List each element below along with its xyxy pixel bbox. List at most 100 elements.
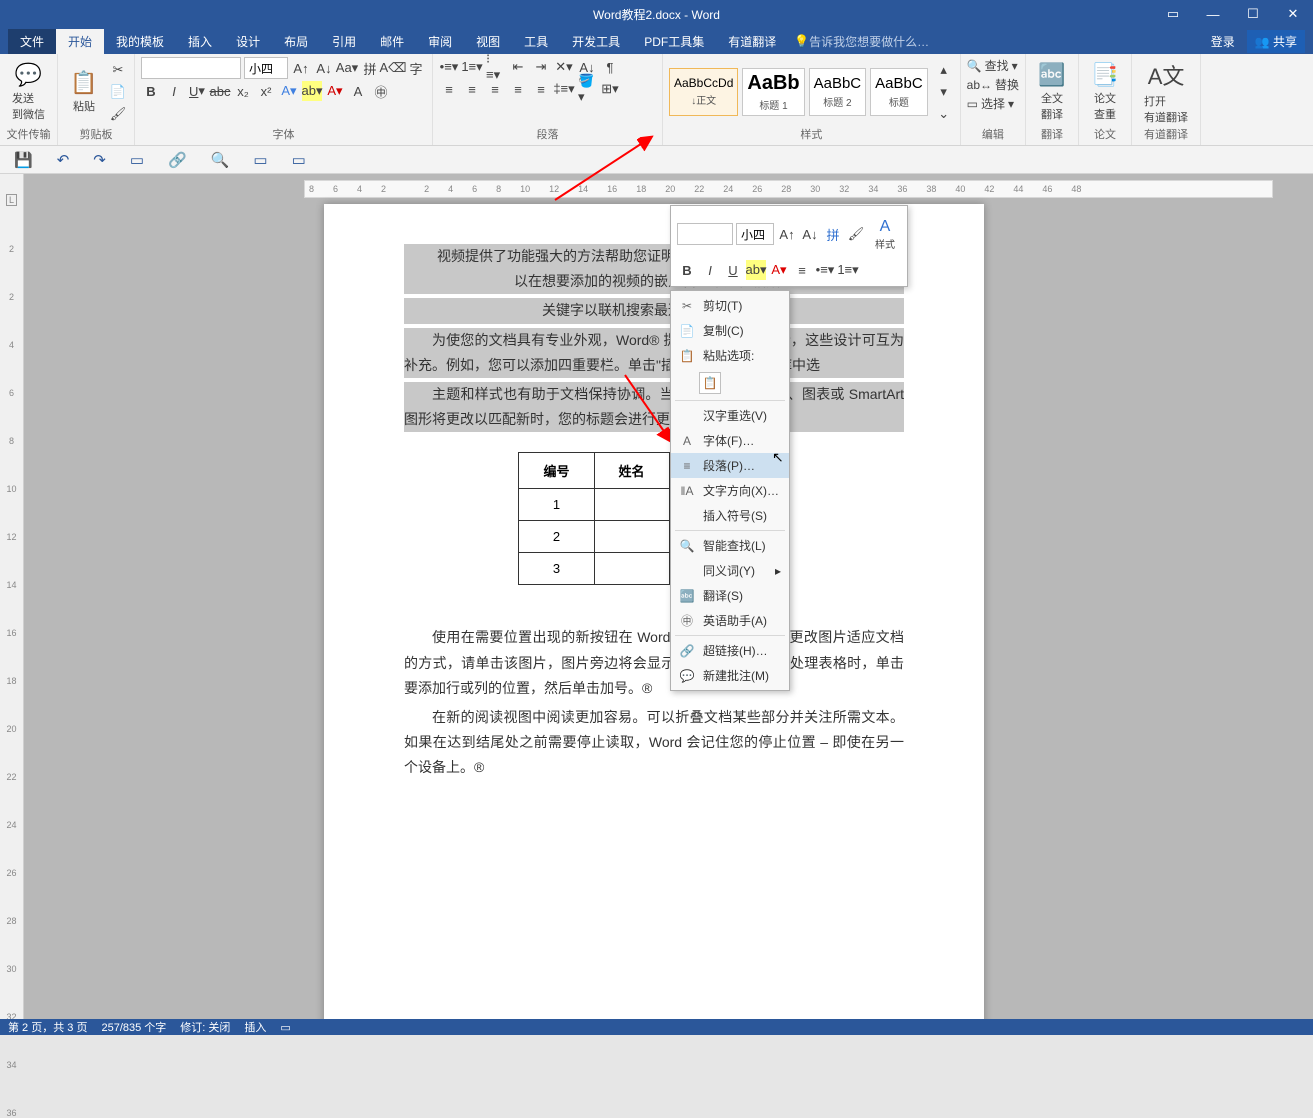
- align-right-button[interactable]: ≡: [485, 79, 505, 99]
- style-heading1[interactable]: AaBb标题 1: [742, 68, 804, 116]
- document-page[interactable]: 视频提供了功能强大的方法帮助您证明您的观点。当您单击联机视频时，可以在想要添加的…: [324, 204, 984, 1019]
- mini-phonetic[interactable]: 拼: [823, 224, 843, 244]
- bold-button[interactable]: B: [141, 81, 161, 101]
- ctx-text-direction[interactable]: ‖A文字方向(X)…: [671, 478, 789, 503]
- align-center-button[interactable]: ≡: [462, 79, 482, 99]
- change-case-button[interactable]: Aa▾: [337, 58, 357, 78]
- ctx-copy[interactable]: 📄复制(C): [671, 318, 789, 343]
- shrink-font-button[interactable]: A↓: [314, 58, 334, 78]
- send-wechat-button[interactable]: 💬发送 到微信: [6, 59, 51, 125]
- ctx-translate[interactable]: 🔤翻译(S): [671, 583, 789, 608]
- justify-button[interactable]: ≡: [508, 79, 528, 99]
- open-youdao-button[interactable]: A文打开 有道翻译: [1138, 59, 1194, 125]
- styles-scroll-down[interactable]: ▾: [934, 82, 954, 102]
- underline-button[interactable]: U▾: [187, 81, 207, 101]
- tab-view[interactable]: 视图: [464, 29, 512, 54]
- font-size-combo[interactable]: [244, 57, 288, 79]
- status-page[interactable]: 第 2 页，共 3 页: [8, 1019, 87, 1035]
- qat-btn-7[interactable]: ▭: [253, 151, 267, 169]
- ctx-hyperlink[interactable]: 🔗超链接(H)…: [671, 638, 789, 663]
- format-painter-button[interactable]: 🖌: [108, 104, 128, 124]
- close-icon[interactable]: ✕: [1273, 0, 1313, 28]
- tab-review[interactable]: 审阅: [416, 29, 464, 54]
- find-button[interactable]: 🔍 查找 ▾: [967, 57, 1018, 74]
- tab-home[interactable]: 开始: [56, 29, 104, 54]
- tab-references[interactable]: 引用: [320, 29, 368, 54]
- document-workspace[interactable]: 8642246810121416182022242628303234363840…: [24, 174, 1313, 1019]
- tab-design[interactable]: 设计: [224, 29, 272, 54]
- login-link[interactable]: 登录: [1211, 33, 1235, 50]
- tab-insert[interactable]: 插入: [176, 29, 224, 54]
- redo-button[interactable]: ↷: [93, 151, 106, 169]
- undo-button[interactable]: ↶: [57, 151, 70, 169]
- paste-button[interactable]: 📋粘贴: [64, 59, 104, 125]
- styles-expand[interactable]: ⌄: [934, 104, 954, 124]
- style-normal[interactable]: AaBbCcDd↓正文: [669, 68, 738, 116]
- qat-btn-5[interactable]: 🔗: [168, 151, 187, 169]
- subscript-button[interactable]: x₂: [233, 81, 253, 101]
- status-mode[interactable]: 插入: [244, 1019, 266, 1035]
- phonetic-button[interactable]: 拼: [360, 58, 380, 78]
- bullets-button[interactable]: •≡▾: [439, 57, 459, 77]
- style-title[interactable]: AaBbC标题: [870, 68, 928, 116]
- mini-numbering[interactable]: 1≡▾: [838, 260, 858, 280]
- maximize-icon[interactable]: ☐: [1233, 0, 1273, 28]
- inc-indent-button[interactable]: ⇥: [531, 57, 551, 77]
- qat-btn-6[interactable]: 🔍: [211, 151, 230, 169]
- paste-keep-source[interactable]: 📋: [699, 372, 721, 394]
- styles-scroll-up[interactable]: ▴: [934, 60, 954, 80]
- distribute-button[interactable]: ≡: [531, 79, 551, 99]
- asian-layout-button[interactable]: ✕▾: [554, 57, 574, 77]
- mini-underline[interactable]: U: [723, 260, 743, 280]
- align-left-button[interactable]: ≡: [439, 79, 459, 99]
- tab-developer[interactable]: 开发工具: [560, 29, 632, 54]
- text-effects-button[interactable]: A▾: [279, 81, 299, 101]
- tab-layout[interactable]: 布局: [272, 29, 320, 54]
- mini-grow-font[interactable]: A↑: [777, 224, 797, 244]
- copy-button[interactable]: 📄: [108, 82, 128, 102]
- enclose-char-button[interactable]: ㊥: [371, 81, 391, 101]
- italic-button[interactable]: I: [164, 81, 184, 101]
- show-marks-button[interactable]: ¶: [600, 57, 620, 77]
- share-button[interactable]: 👥 共享: [1247, 30, 1305, 53]
- dec-indent-button[interactable]: ⇤: [508, 57, 528, 77]
- tell-me-search[interactable]: 💡 告诉我您想要做什么…: [788, 33, 929, 50]
- ctx-smart-lookup[interactable]: 🔍智能查找(L): [671, 533, 789, 558]
- superscript-button[interactable]: x²: [256, 81, 276, 101]
- ctx-synonyms[interactable]: 同义词(Y)▸: [671, 558, 789, 583]
- mini-highlight[interactable]: ab▾: [746, 260, 766, 280]
- mini-font-color[interactable]: A▾: [769, 260, 789, 280]
- cut-button[interactable]: ✂: [108, 60, 128, 80]
- mini-font-size[interactable]: [736, 223, 774, 245]
- select-button[interactable]: ▭ 选择 ▾: [967, 95, 1014, 112]
- qat-btn-8[interactable]: ▭: [292, 151, 306, 169]
- highlight-button[interactable]: ab▾: [302, 81, 322, 101]
- char-border-button[interactable]: 字: [406, 58, 426, 78]
- paper-review-button[interactable]: 📑论文 查重: [1085, 59, 1125, 125]
- char-shading-button[interactable]: A: [348, 81, 368, 101]
- line-spacing-button[interactable]: ‡≡▾: [554, 79, 574, 99]
- replace-button[interactable]: ab↔ 替换: [967, 76, 1019, 93]
- mini-bullets[interactable]: •≡▾: [815, 260, 835, 280]
- multilevel-button[interactable]: ⁝≡▾: [485, 57, 505, 77]
- minimize-icon[interactable]: —: [1193, 0, 1233, 28]
- mini-italic[interactable]: I: [700, 260, 720, 280]
- font-name-combo[interactable]: [141, 57, 241, 79]
- strikethrough-button[interactable]: abc: [210, 81, 230, 101]
- mini-shrink-font[interactable]: A↓: [800, 224, 820, 244]
- status-track[interactable]: 修订: 关闭: [180, 1019, 230, 1035]
- mini-font-name[interactable]: [677, 223, 733, 245]
- ctx-new-comment[interactable]: 💬新建批注(M): [671, 663, 789, 688]
- mini-styles-button[interactable]: A样式: [869, 212, 901, 256]
- tab-pdf[interactable]: PDF工具集: [632, 29, 716, 54]
- mini-format-painter[interactable]: 🖌: [846, 224, 866, 244]
- qat-btn-4[interactable]: ▭: [130, 151, 144, 169]
- mini-center[interactable]: ≡: [792, 260, 812, 280]
- tab-file[interactable]: 文件: [8, 29, 56, 54]
- ctx-insert-symbol[interactable]: 插入符号(S): [671, 503, 789, 528]
- ctx-english-helper[interactable]: ㊥英语助手(A): [671, 608, 789, 633]
- borders-button[interactable]: ⊞▾: [600, 79, 620, 99]
- font-color-button[interactable]: A▾: [325, 81, 345, 101]
- grow-font-button[interactable]: A↑: [291, 58, 311, 78]
- full-translate-button[interactable]: 🔤全文 翻译: [1032, 59, 1072, 125]
